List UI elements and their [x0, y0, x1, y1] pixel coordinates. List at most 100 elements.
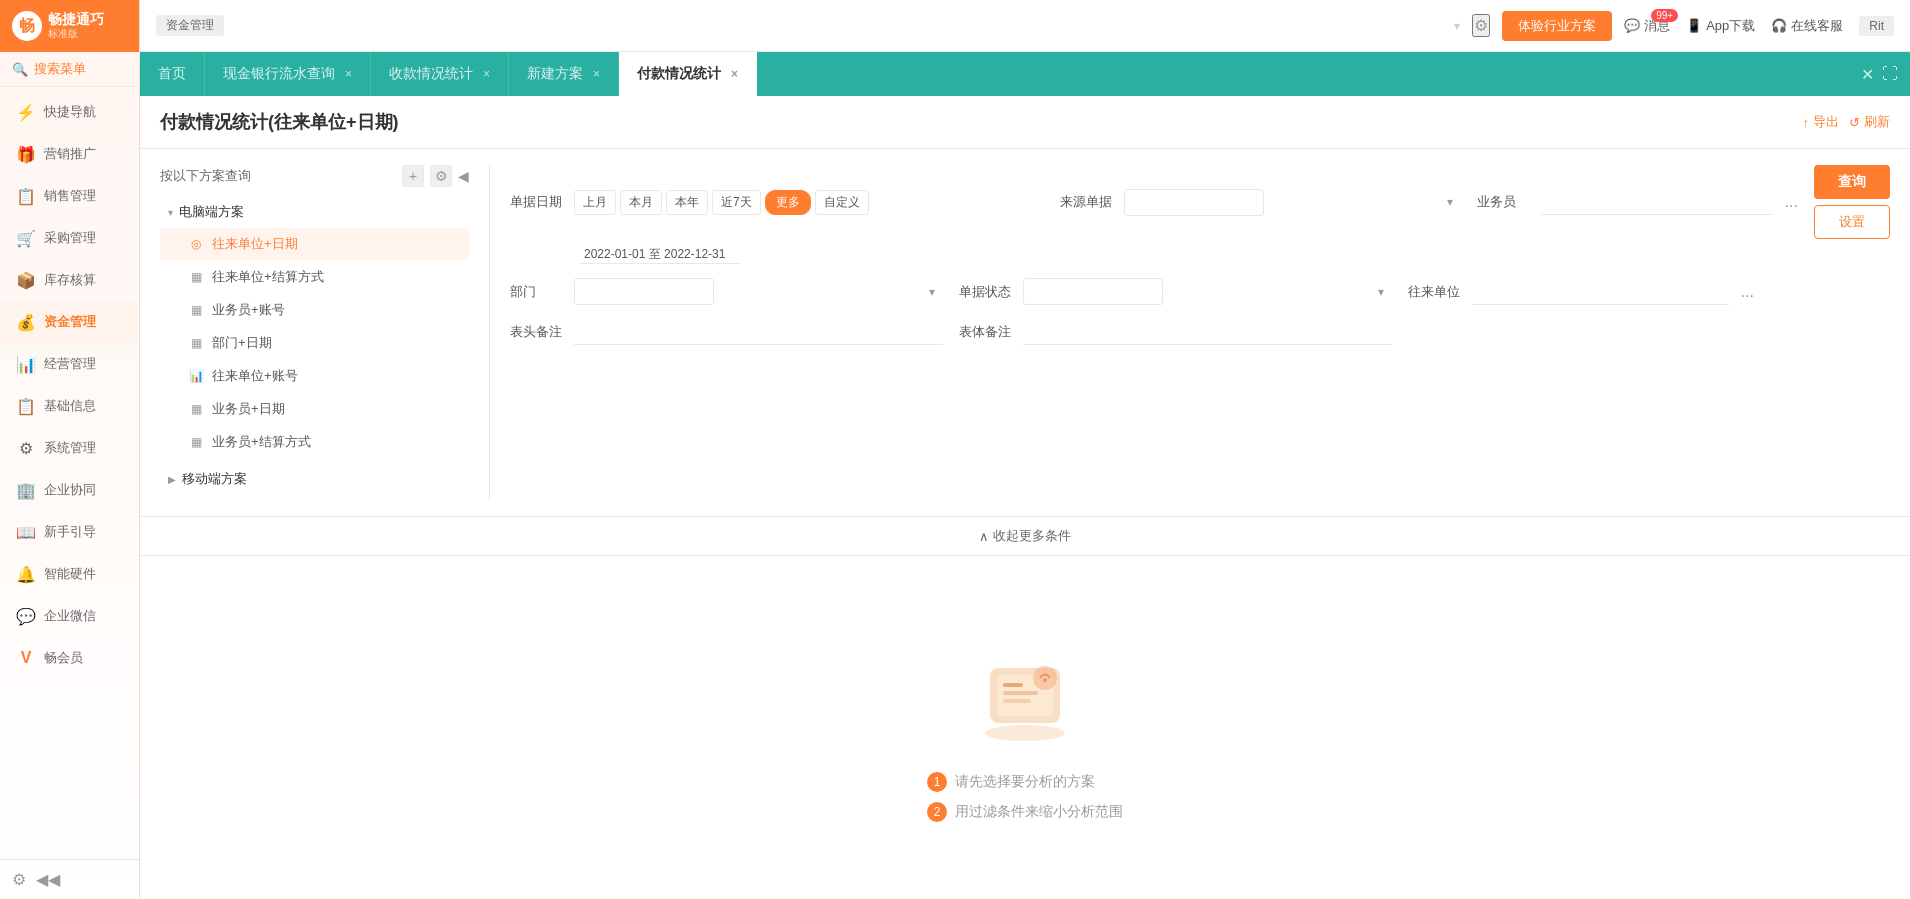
scheme-icon-0: ▦ [188, 269, 204, 285]
scheme-item-staff-settle[interactable]: ▦ 业务员+结算方式 [160, 426, 469, 458]
sidebar-item-label: 新手引导 [44, 523, 96, 541]
tab-payment-stats[interactable]: 付款情况统计 × [619, 52, 757, 96]
filter-settings-btn[interactable]: 设置 [1814, 205, 1890, 239]
voucher-status-select[interactable] [1023, 278, 1163, 305]
date-btn-custom[interactable]: 自定义 [815, 190, 869, 215]
sidebar-item-operation[interactable]: 📊 经营管理 [0, 343, 139, 385]
sidebar-item-coop[interactable]: 🏢 企业协同 [0, 469, 139, 511]
sidebar-item-guide[interactable]: 📖 新手引导 [0, 511, 139, 553]
online-service-btn[interactable]: 🎧 在线客服 [1771, 17, 1843, 35]
staff-input[interactable] [1541, 189, 1772, 215]
messages-btn[interactable]: 💬 消息 99+ [1624, 17, 1670, 35]
collapse-scheme-btn[interactable]: ◀ [458, 168, 469, 184]
partner-input[interactable] [1472, 279, 1729, 305]
tab-receipt-stats[interactable]: 收款情况统计 × [371, 52, 509, 96]
sidebar-item-member[interactable]: V 畅会员 [0, 637, 139, 679]
sidebar-collapse-btn[interactable]: ◀◀ [36, 870, 60, 889]
tab-payment-close[interactable]: × [731, 67, 738, 81]
search-menu[interactable]: 🔍 搜索菜单 [0, 52, 139, 87]
date-btn-last-month[interactable]: 上月 [574, 190, 616, 215]
scheme-item-staff-account[interactable]: ▦ 业务员+账号 [160, 294, 469, 326]
sidebar-item-label: 企业微信 [44, 607, 96, 625]
sidebar-logo: 畅 畅捷通巧 标准版 [0, 0, 139, 52]
logo-icon: 畅 [12, 11, 42, 41]
scheme-item-partner-account[interactable]: 📊 往来单位+账号 [160, 360, 469, 392]
collapse-text: 收起更多条件 [993, 527, 1071, 545]
tab-new-scheme[interactable]: 新建方案 × [509, 52, 619, 96]
sidebar-item-label: 经营管理 [44, 355, 96, 373]
settings-scheme-btn[interactable]: ⚙ [430, 165, 452, 187]
trial-scheme-btn[interactable]: 体验行业方案 [1502, 11, 1612, 41]
sidebar-item-capital[interactable]: 💰 资金管理 [0, 301, 139, 343]
sidebar-item-label: 畅会员 [44, 649, 83, 667]
desktop-category-header[interactable]: ▾ 电脑端方案 [160, 197, 469, 227]
refresh-btn[interactable]: ↺ 刷新 [1849, 113, 1890, 131]
note-body-input[interactable] [1023, 319, 1392, 345]
query-btn[interactable]: 查询 [1814, 165, 1890, 199]
scheme-item-partner-settle[interactable]: ▦ 往来单位+结算方式 [160, 261, 469, 293]
date-btn-this-year[interactable]: 本年 [666, 190, 708, 215]
tab-receipt-stats-label: 收款情况统计 [389, 65, 473, 83]
purchase-icon: 🛒 [16, 228, 36, 248]
sidebar-item-wechat[interactable]: 💬 企业微信 [0, 595, 139, 637]
sidebar-item-label: 企业协同 [44, 481, 96, 499]
dept-select[interactable] [574, 278, 714, 305]
tab-cash-flow-label: 现金银行流水查询 [223, 65, 335, 83]
scheme-item-label: 往来单位+结算方式 [212, 268, 324, 286]
partner-dots-btn[interactable]: ... [1741, 283, 1754, 301]
svg-point-0 [985, 725, 1065, 741]
tab-cash-flow[interactable]: 现金银行流水查询 × [205, 52, 371, 96]
mobile-category-header[interactable]: ▶ 移动端方案 [160, 464, 469, 494]
topbar-settings-btn[interactable]: ⚙ [1472, 14, 1490, 37]
add-scheme-btn[interactable]: + [402, 165, 424, 187]
topbar-right: 💬 消息 99+ 📱 App下载 🎧 在线客服 Rit [1624, 16, 1894, 36]
date-range-input[interactable] [580, 245, 740, 264]
tab-home[interactable]: 首页 [140, 52, 205, 96]
inventory-icon: 📦 [16, 270, 36, 290]
partner-field: 往来单位 ... [1408, 279, 1754, 305]
sidebar-item-hardware[interactable]: 🔔 智能硬件 [0, 553, 139, 595]
export-icon: ↑ [1803, 115, 1810, 130]
sidebar-item-basic[interactable]: 📋 基础信息 [0, 385, 139, 427]
category-arrow-icon: ▾ [168, 207, 173, 218]
tip-text-2: 用过滤条件来缩小分析范围 [955, 803, 1123, 821]
tab-close-all-btn[interactable]: ✕ [1861, 65, 1874, 84]
scheme-item-staff-date[interactable]: ▦ 业务员+日期 [160, 393, 469, 425]
collapse-bar[interactable]: ∧ 收起更多条件 [140, 517, 1910, 556]
empty-state: 1 请先选择要分析的方案 2 用过滤条件来缩小分析范围 [140, 556, 1910, 899]
source-select[interactable] [1124, 189, 1264, 216]
coop-icon: 🏢 [16, 480, 36, 500]
sidebar-item-marketing[interactable]: 🎁 营销推广 [0, 133, 139, 175]
date-btn-7days[interactable]: 近7天 [712, 190, 761, 215]
sidebar-item-inventory[interactable]: 📦 库存核算 [0, 259, 139, 301]
collapse-label: ∧ 收起更多条件 [979, 527, 1071, 545]
date-btn-more[interactable]: 更多 [765, 190, 811, 215]
scheme-item-label: 往来单位+日期 [212, 235, 298, 253]
sidebar-item-sales[interactable]: 📋 销售管理 [0, 175, 139, 217]
app-download-btn[interactable]: 📱 App下载 [1686, 17, 1755, 35]
sidebar-item-quick-nav[interactable]: ⚡ 快捷导航 [0, 91, 139, 133]
voucher-status-select-wrap [1023, 278, 1392, 305]
sidebar-item-system[interactable]: ⚙ 系统管理 [0, 427, 139, 469]
tab-receipt-close[interactable]: × [483, 67, 490, 81]
tab-new-scheme-close[interactable]: × [593, 67, 600, 81]
query-buttons: 查询 设置 [1814, 165, 1890, 239]
user-avatar[interactable]: Rit [1859, 16, 1894, 36]
scheme-item-partner-date[interactable]: ◎ 往来单位+日期 [160, 228, 469, 260]
export-btn[interactable]: ↑ 导出 [1803, 113, 1840, 131]
source-field: 来源单据 [1060, 189, 1461, 216]
date-buttons: 上月 本月 本年 近7天 更多 自定义 [574, 190, 869, 215]
scheme-item-dept-date[interactable]: ▦ 部门+日期 [160, 327, 469, 359]
search-menu-label: 搜索菜单 [34, 60, 86, 78]
tab-maximize-btn[interactable]: ⛶ [1882, 65, 1898, 83]
tip-text-1: 请先选择要分析的方案 [955, 773, 1095, 791]
scheme-icon-5: ▦ [188, 434, 204, 450]
date-btn-this-month[interactable]: 本月 [620, 190, 662, 215]
voucher-status-label: 单据状态 [959, 283, 1015, 301]
staff-dots-btn[interactable]: ... [1785, 193, 1798, 211]
note-header-input[interactable] [574, 319, 943, 345]
sidebar-item-purchase[interactable]: 🛒 采购管理 [0, 217, 139, 259]
tab-cash-flow-close[interactable]: × [345, 67, 352, 81]
sidebar-settings-btn[interactable]: ⚙ [12, 870, 26, 889]
dept-field: 部门 [510, 278, 943, 305]
